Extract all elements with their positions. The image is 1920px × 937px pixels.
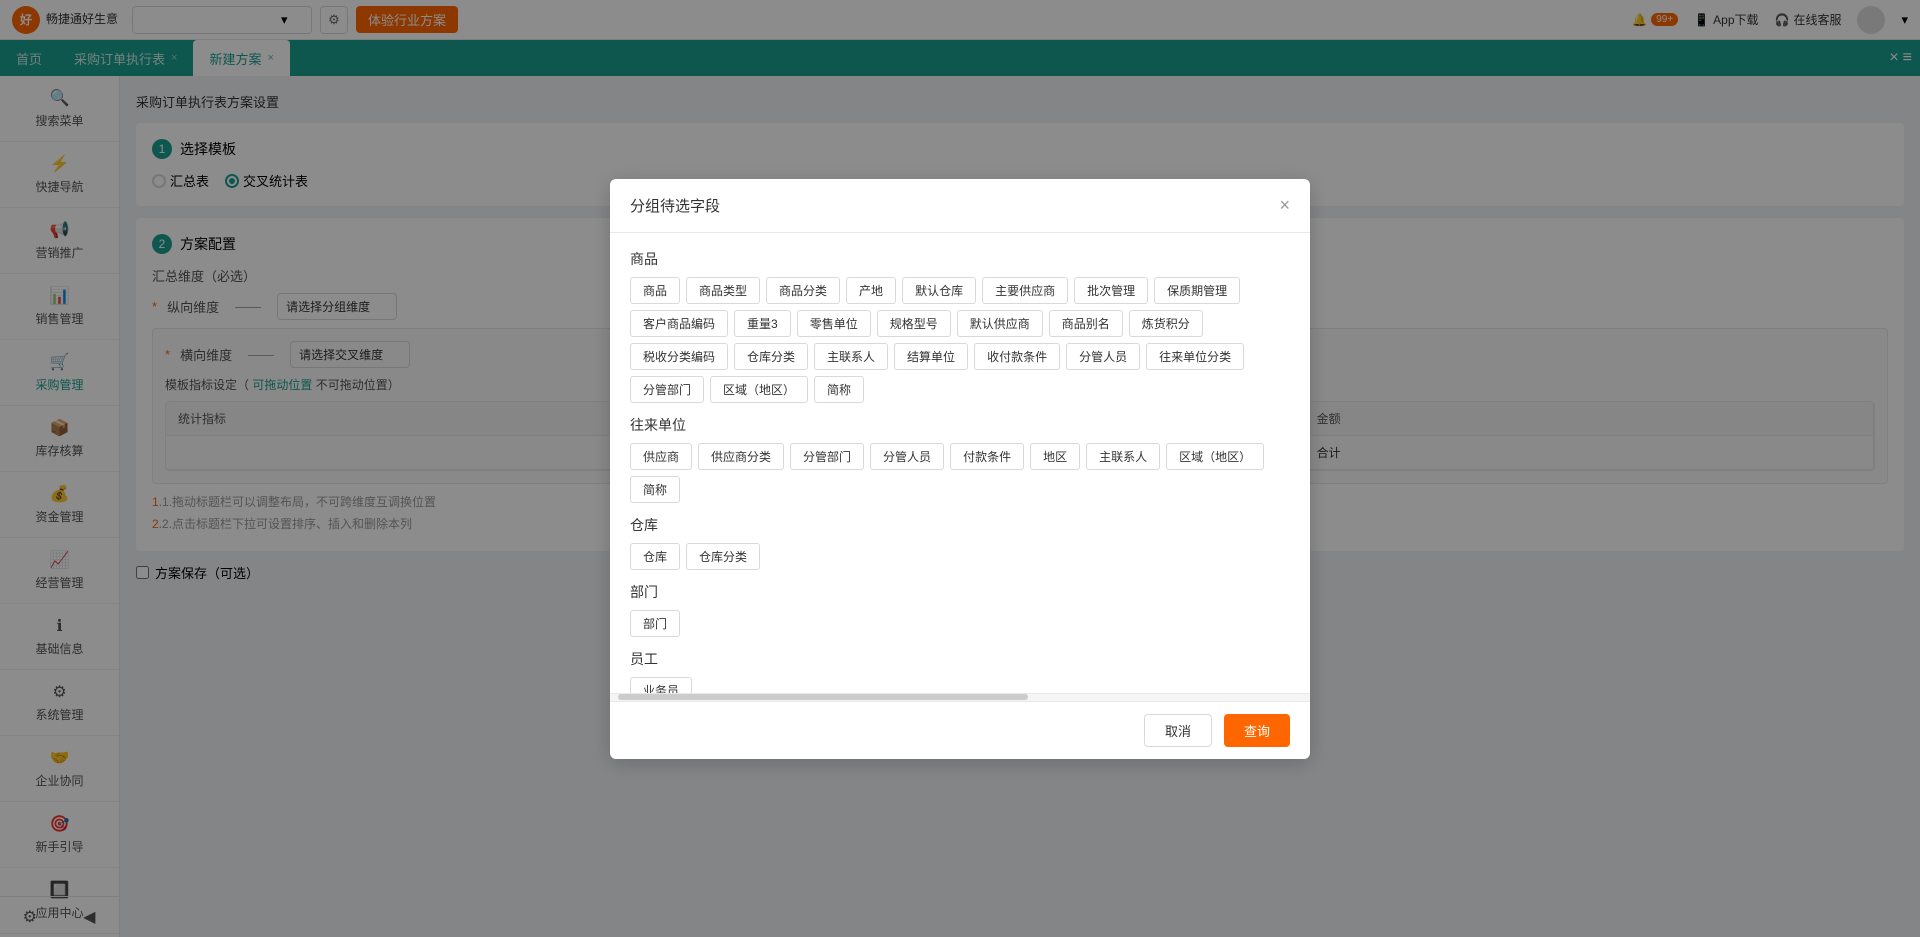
field-chip-customer-code[interactable]: 客户商品编码	[630, 310, 728, 337]
field-chip-supervisor[interactable]: 分管人员	[1066, 343, 1140, 370]
field-chip-tax-code[interactable]: 税收分类编码	[630, 343, 728, 370]
field-chip-default-supplier[interactable]: 默认供应商	[957, 310, 1043, 337]
field-chip-product-category[interactable]: 商品分类	[766, 277, 840, 304]
hscroll-thumb	[618, 694, 1028, 700]
field-chip-contact-supervisor[interactable]: 分管人员	[870, 443, 944, 470]
field-chip-origin[interactable]: 产地	[846, 277, 896, 304]
product-fields: 商品 商品类型 商品分类 产地 默认仓库 主要供应商 批次管理 保质期管理 客户…	[630, 277, 1290, 403]
modal-title: 分组待选字段	[630, 195, 720, 216]
modal-close-button[interactable]: ×	[1279, 195, 1290, 216]
field-chip-product[interactable]: 商品	[630, 277, 680, 304]
contact-fields: 供应商 供应商分类 分管部门 分管人员 付款条件 地区 主联系人 区域（地区） …	[630, 443, 1290, 503]
section-title-dept: 部门	[630, 582, 1290, 602]
field-chip-retail-unit[interactable]: 零售单位	[797, 310, 871, 337]
field-chip-warehouse-category[interactable]: 仓库分类	[734, 343, 808, 370]
field-chip-dept[interactable]: 部门	[630, 610, 680, 637]
field-chip-product-alias[interactable]: 商品别名	[1049, 310, 1123, 337]
field-chip-warehouse-cat[interactable]: 仓库分类	[686, 543, 760, 570]
section-title-employee: 员工	[630, 649, 1290, 669]
employee-fields: 业务员	[630, 677, 1290, 693]
field-chip-refine-points[interactable]: 炼货积分	[1129, 310, 1203, 337]
field-chip-payment-terms[interactable]: 收付款条件	[974, 343, 1060, 370]
modal-footer: 取消 查询	[610, 701, 1310, 759]
modal-dialog: 分组待选字段 × 商品 商品 商品类型 商品分类 产地 默认仓库 主要供应商 批…	[610, 179, 1310, 759]
modal-horizontal-scrollbar[interactable]	[610, 693, 1310, 701]
field-chip-contact-dept[interactable]: 分管部门	[790, 443, 864, 470]
cancel-button[interactable]: 取消	[1144, 714, 1212, 747]
field-chip-product-type[interactable]: 商品类型	[686, 277, 760, 304]
modal-overlay: 分组待选字段 × 商品 商品 商品类型 商品分类 产地 默认仓库 主要供应商 批…	[0, 0, 1920, 937]
section-title-contact: 往来单位	[630, 415, 1290, 435]
field-chip-batch-mgmt[interactable]: 批次管理	[1074, 277, 1148, 304]
field-chip-contact-area[interactable]: 区域（地区）	[1166, 443, 1264, 470]
dept-fields: 部门	[630, 610, 1290, 637]
field-chip-warehouse[interactable]: 仓库	[630, 543, 680, 570]
field-chip-main-supplier[interactable]: 主要供应商	[982, 277, 1068, 304]
field-chip-supplier[interactable]: 供应商	[630, 443, 692, 470]
field-chip-spec-model[interactable]: 规格型号	[877, 310, 951, 337]
confirm-button[interactable]: 查询	[1224, 714, 1290, 747]
field-chip-dept-mgr[interactable]: 分管部门	[630, 376, 704, 403]
field-chip-settlement-unit[interactable]: 结算单位	[894, 343, 968, 370]
field-chip-contact-payment[interactable]: 付款条件	[950, 443, 1024, 470]
field-chip-supplier-category[interactable]: 供应商分类	[698, 443, 784, 470]
field-chip-salesperson[interactable]: 业务员	[630, 677, 692, 693]
section-title-warehouse: 仓库	[630, 515, 1290, 535]
section-title-product: 商品	[630, 249, 1290, 269]
field-chip-contact-abbr[interactable]: 简称	[630, 476, 680, 503]
field-chip-contact-region[interactable]: 地区	[1030, 443, 1080, 470]
modal-header: 分组待选字段 ×	[610, 179, 1310, 233]
warehouse-fields: 仓库 仓库分类	[630, 543, 1290, 570]
field-chip-abbr[interactable]: 简称	[814, 376, 864, 403]
field-chip-expiry-mgmt[interactable]: 保质期管理	[1154, 277, 1240, 304]
field-chip-region[interactable]: 区域（地区）	[710, 376, 808, 403]
field-chip-main-contact[interactable]: 主联系人	[814, 343, 888, 370]
field-chip-contact-main-contact[interactable]: 主联系人	[1086, 443, 1160, 470]
field-chip-contact-category[interactable]: 往来单位分类	[1146, 343, 1244, 370]
modal-body[interactable]: 商品 商品 商品类型 商品分类 产地 默认仓库 主要供应商 批次管理 保质期管理…	[610, 233, 1310, 693]
field-chip-default-warehouse[interactable]: 默认仓库	[902, 277, 976, 304]
field-chip-weight3[interactable]: 重量3	[734, 310, 791, 337]
